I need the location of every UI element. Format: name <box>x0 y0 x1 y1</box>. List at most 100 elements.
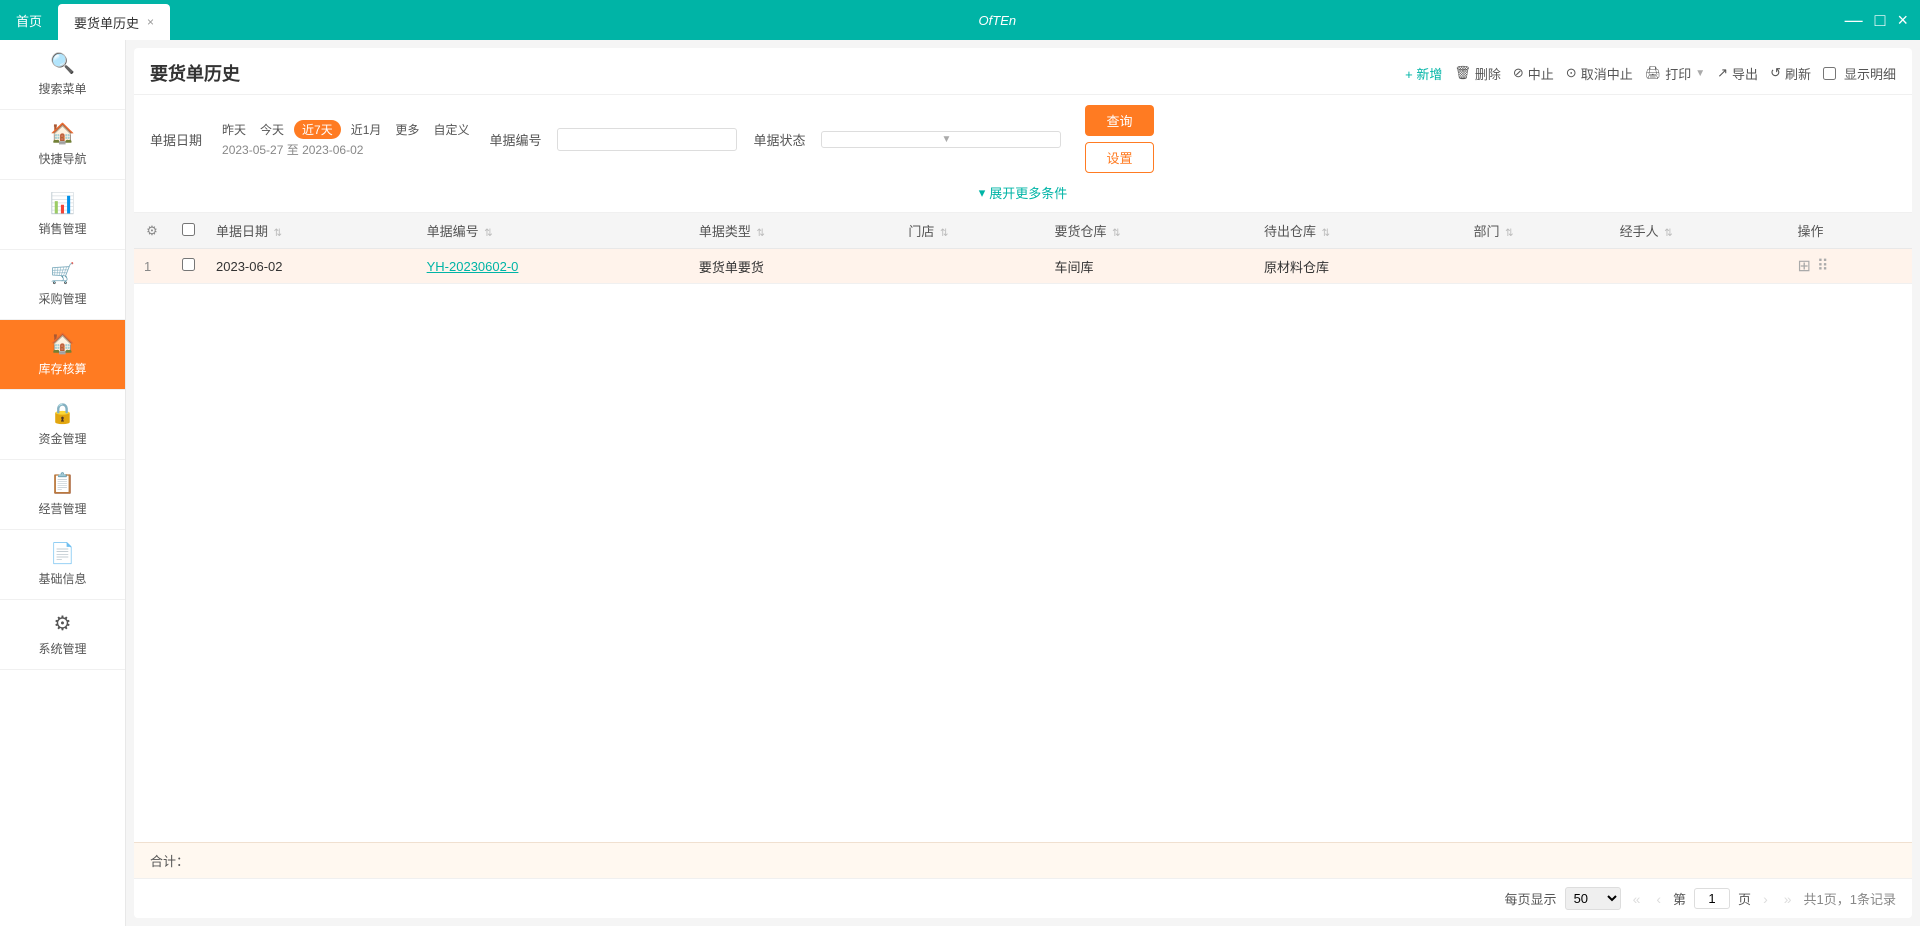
filter-row-1: 单据日期 昨天 今天 近7天 近1月 更多 自定义 2023-05-27 至 2… <box>150 105 1896 173</box>
sidebar-item-finance[interactable]: 🔒 资金管理 <box>0 390 125 460</box>
sort-icon-pending-warehouse[interactable]: ⇅ <box>1322 228 1330 239</box>
sort-icon-store[interactable]: ⇅ <box>940 228 948 239</box>
date-filter-label: 单据日期 <box>150 130 202 149</box>
cell-doc-type: 要货单要货 <box>689 249 898 284</box>
sort-icon-doc-no[interactable]: ⇅ <box>484 228 492 239</box>
col-doc-type: 单据类型 ⇅ <box>689 213 898 249</box>
gear-column-header[interactable]: ⚙ <box>134 213 170 249</box>
display-detail-button[interactable]: 显示明细 <box>1823 64 1896 83</box>
col-handler: 经手人 ⇅ <box>1610 213 1788 249</box>
col-store: 门店 ⇅ <box>898 213 1044 249</box>
top-bar: 首页 要货单历史 × OfTEn — □ × <box>0 0 1920 40</box>
tab-home[interactable]: 首页 <box>0 0 58 40</box>
select-all-checkbox[interactable] <box>182 223 195 236</box>
sidebar-item-sales[interactable]: 📊 销售管理 <box>0 180 125 250</box>
pg-next-btn[interactable]: › <box>1759 889 1772 909</box>
tab-home-label: 首页 <box>16 11 42 30</box>
export-button[interactable]: ↗ 导出 <box>1717 64 1758 83</box>
print-button[interactable]: 🖨 打印 ▼ <box>1645 64 1705 83</box>
sort-icon-req-warehouse[interactable]: ⇅ <box>1112 228 1120 239</box>
delete-icon: 🗑 <box>1454 65 1471 81</box>
shortcut-1month[interactable]: 近1月 <box>347 120 386 139</box>
chevron-down-icon: ▼ <box>941 134 1052 145</box>
pg-input[interactable]: 1 <box>1694 888 1730 909</box>
expand-more-icon: ▾ <box>979 185 986 201</box>
row-checkbox[interactable] <box>182 258 195 271</box>
window-close-btn[interactable]: × <box>1897 10 1908 31</box>
window-controls: — □ × <box>1845 10 1920 31</box>
pg-last-btn[interactable]: » <box>1780 889 1796 909</box>
doc-no-link[interactable]: YH-20230602-0 <box>427 259 519 274</box>
page-header: 要货单历史 + 新增 🗑 删除 ⊘ 中止 ⊙ 取消中止 <box>134 48 1912 95</box>
cancel-stop-icon: ⊙ <box>1566 65 1577 81</box>
cell-req-warehouse: 车间库 <box>1045 249 1254 284</box>
pg-page-suffix: 页 <box>1738 889 1751 908</box>
sort-icon-department[interactable]: ⇅ <box>1505 228 1513 239</box>
refresh-button-label: 刷新 <box>1785 64 1811 83</box>
cancel-stop-button[interactable]: ⊙ 取消中止 <box>1566 64 1633 83</box>
sidebar: 🔍 搜索菜单 🏠 快捷导航 📊 销售管理 🛒 采购管理 🏠 库存核算 🔒 资金管… <box>0 40 126 926</box>
doc-status-label: 单据状态 <box>753 130 805 149</box>
row-more-icon[interactable]: ⠿ <box>1817 256 1829 276</box>
filter-buttons: 查询 设置 <box>1085 105 1153 173</box>
page-title: 要货单历史 <box>150 60 240 86</box>
sidebar-item-system-label: 系统管理 <box>38 640 86 657</box>
shortcut-more[interactable]: 更多 <box>391 120 423 139</box>
cell-pending-warehouse: 原材料仓库 <box>1254 249 1463 284</box>
sidebar-item-operations[interactable]: 📋 经营管理 <box>0 460 125 530</box>
setting-button[interactable]: 设置 <box>1085 142 1153 173</box>
col-doc-no: 单据编号 ⇅ <box>417 213 689 249</box>
col-doc-type-label: 单据类型 <box>699 224 751 239</box>
export-button-label: 导出 <box>1732 64 1758 83</box>
refresh-button[interactable]: ↺ 刷新 <box>1770 64 1811 83</box>
sort-icon-doc-date[interactable]: ⇅ <box>274 228 282 239</box>
row-edit-icon[interactable]: ⊞ <box>1797 256 1810 276</box>
cell-handler <box>1610 249 1788 284</box>
inventory-icon: 🏠 <box>50 334 75 354</box>
summary-label: 合计： <box>150 854 189 869</box>
stop-button[interactable]: ⊘ 中止 <box>1513 64 1554 83</box>
shortcut-today[interactable]: 今天 <box>256 120 288 139</box>
new-button[interactable]: + 新增 <box>1405 64 1442 83</box>
row-operations: ⊞ ⠿ <box>1797 256 1902 276</box>
per-page-label: 每页显示 <box>1505 889 1557 908</box>
shortcut-7days[interactable]: 近7天 <box>294 120 341 139</box>
sidebar-item-sales-label: 销售管理 <box>38 220 86 237</box>
delete-button[interactable]: 🗑 删除 <box>1454 64 1501 83</box>
display-detail-label: 显示明细 <box>1844 64 1896 83</box>
doc-status-select[interactable]: ▼ <box>821 131 1061 148</box>
sort-icon-handler[interactable]: ⇅ <box>1664 228 1672 239</box>
sidebar-item-basic-info[interactable]: 📄 基础信息 <box>0 530 125 600</box>
doc-num-label: 单据编号 <box>489 130 541 149</box>
tab-close-icon[interactable]: × <box>147 15 154 29</box>
export-icon: ↗ <box>1717 65 1728 81</box>
display-detail-checkbox[interactable] <box>1823 67 1836 80</box>
window-min-btn[interactable]: — <box>1845 10 1863 31</box>
sort-icon-doc-type[interactable]: ⇅ <box>756 228 764 239</box>
date-filter-wrap: 昨天 今天 近7天 近1月 更多 自定义 2023-05-27 至 2023-0… <box>218 120 473 158</box>
col-req-warehouse-label: 要货仓库 <box>1055 224 1107 239</box>
sidebar-item-quick-nav[interactable]: 🏠 快捷导航 <box>0 110 125 180</box>
per-page-select[interactable]: 50 100 200 <box>1565 887 1621 910</box>
shortcut-custom[interactable]: 自定义 <box>429 120 473 139</box>
sidebar-item-purchase[interactable]: 🛒 采购管理 <box>0 250 125 320</box>
purchase-icon: 🛒 <box>50 264 75 284</box>
system-icon: ⚙ <box>54 614 72 634</box>
sidebar-item-system[interactable]: ⚙ 系统管理 <box>0 600 125 670</box>
tab-active[interactable]: 要货单历史 × <box>58 4 170 40</box>
col-pending-warehouse: 待出仓库 ⇅ <box>1254 213 1463 249</box>
expand-more-button[interactable]: ▾ 展开更多条件 <box>979 179 1068 206</box>
col-pending-warehouse-label: 待出仓库 <box>1264 224 1316 239</box>
window-max-btn[interactable]: □ <box>1875 10 1886 31</box>
shortcut-yesterday[interactable]: 昨天 <box>218 120 250 139</box>
pg-first-btn[interactable]: « <box>1629 889 1645 909</box>
sidebar-item-search-menu-label: 搜索菜单 <box>38 80 86 97</box>
pg-prev-btn[interactable]: ‹ <box>1652 889 1665 909</box>
print-dropdown-icon: ▼ <box>1695 68 1705 79</box>
query-button[interactable]: 查询 <box>1085 105 1153 136</box>
doc-num-input[interactable] <box>557 128 737 151</box>
sidebar-item-inventory[interactable]: 🏠 库存核算 <box>0 320 125 390</box>
cancel-stop-button-label: 取消中止 <box>1581 64 1633 83</box>
sidebar-item-search-menu[interactable]: 🔍 搜索菜单 <box>0 40 125 110</box>
sidebar-item-quick-nav-label: 快捷导航 <box>38 150 86 167</box>
